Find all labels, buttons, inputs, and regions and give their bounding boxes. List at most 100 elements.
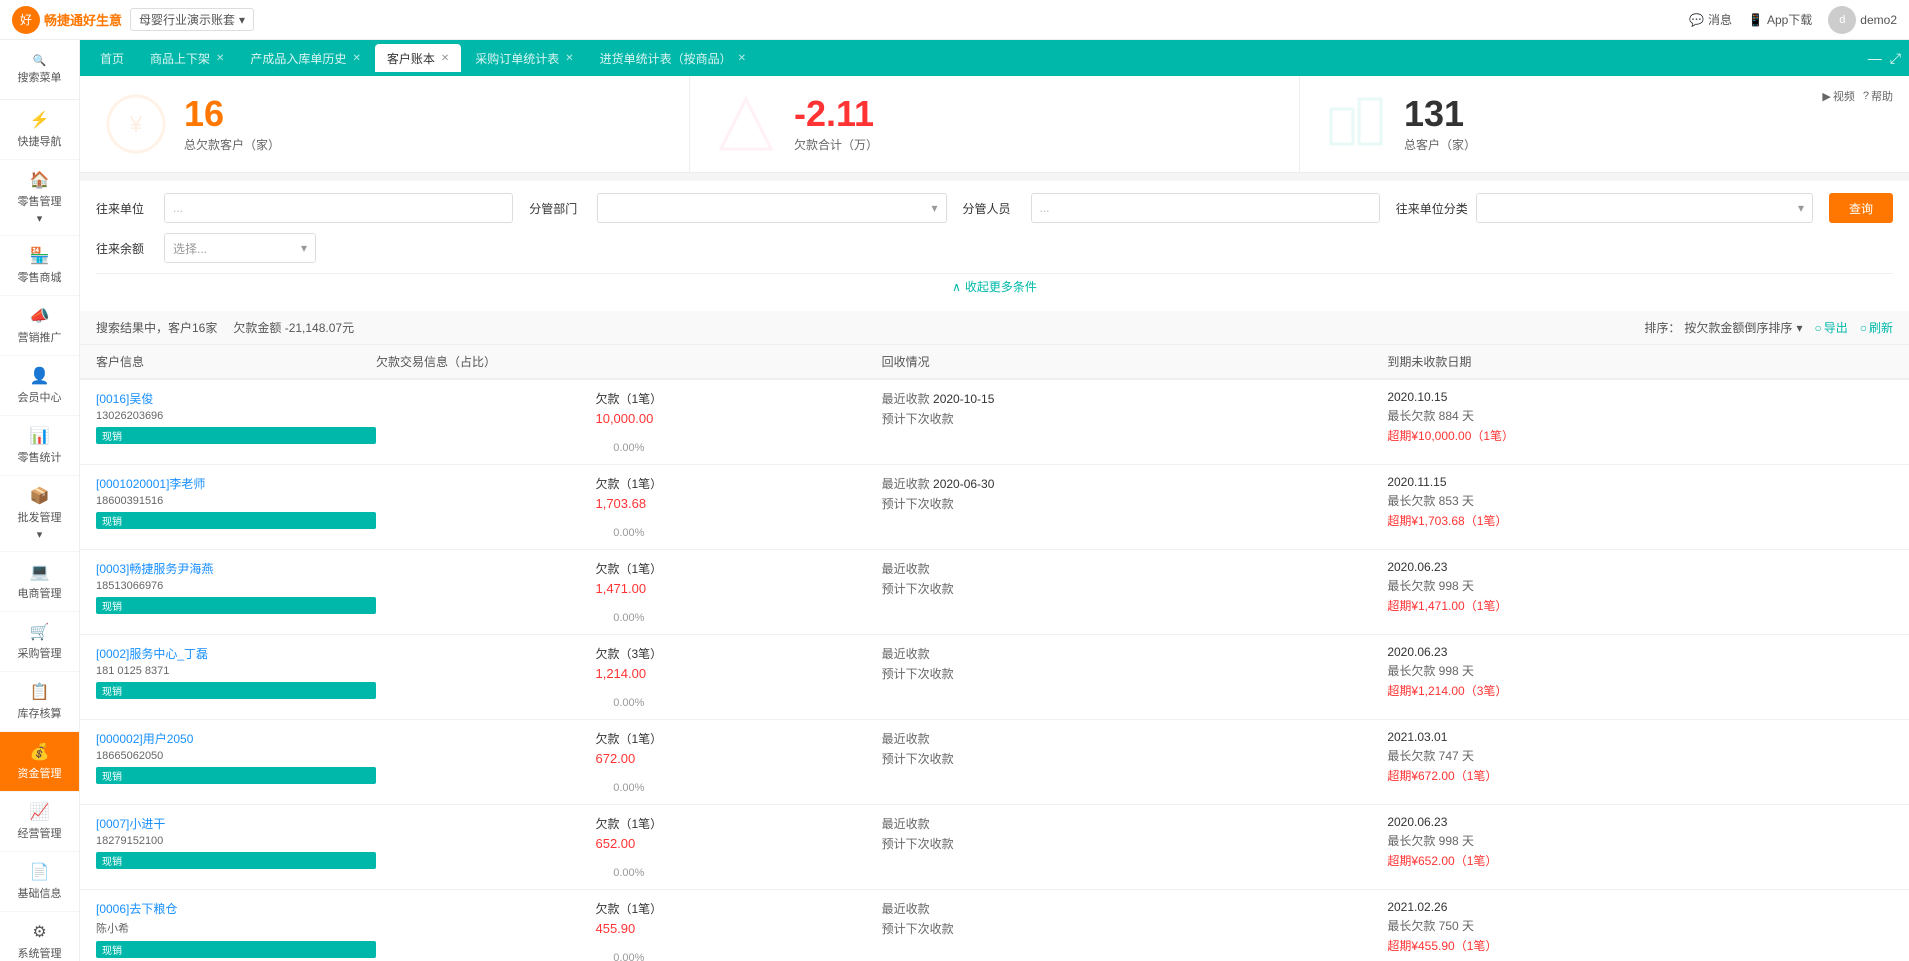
export-btn[interactable]: ○ 导出 bbox=[1814, 319, 1847, 336]
sidebar-item-marketing[interactable]: 📣 营销推广 bbox=[0, 296, 79, 356]
debt-amount-3[interactable]: 1,214.00 bbox=[595, 666, 662, 681]
debt-amount-number: -2.11 bbox=[794, 96, 878, 132]
filter-unit-category: 往来单位分类 ▾ bbox=[1396, 193, 1813, 223]
tab-close-icon[interactable]: ✕ bbox=[352, 53, 360, 64]
query-button[interactable]: 查询 bbox=[1829, 193, 1893, 223]
sidebar-item-ecommerce[interactable]: 💻 电商管理 bbox=[0, 552, 79, 612]
customer-name-link-3[interactable]: [0002]服务中心_丁磊 bbox=[96, 645, 376, 662]
overdue-amount-link-3[interactable]: 超期¥1,214.00（3笔） bbox=[1387, 682, 1893, 699]
stat-info-debt-amount: -2.11 欠款合计（万） bbox=[794, 96, 878, 153]
overdue-amount-link-6[interactable]: 超期¥455.90（1笔） bbox=[1387, 937, 1893, 954]
sort-select[interactable]: 排序： 按欠款金额倒序排序 ▾ bbox=[1644, 319, 1802, 336]
manager-input[interactable]: ... bbox=[1031, 193, 1380, 223]
user-menu[interactable]: d demo2 bbox=[1828, 6, 1897, 34]
debt-info-1: 欠款（1笔） 1,703.68 0.00% bbox=[376, 475, 882, 539]
logo-text: 畅捷通好生意 bbox=[44, 10, 122, 29]
debt-amount-5[interactable]: 652.00 bbox=[595, 836, 662, 851]
sidebar-item-operations[interactable]: 📈 经营管理 bbox=[0, 792, 79, 852]
sidebar-item-member[interactable]: 👤 会员中心 bbox=[0, 356, 79, 416]
balance-dropdown[interactable]: 选择... ▾ bbox=[164, 233, 316, 263]
customer-name-link-2[interactable]: [0003]畅捷服务尹海燕 bbox=[96, 560, 376, 577]
overdue-amount-link-4[interactable]: 超期¥672.00（1笔） bbox=[1387, 767, 1893, 784]
tab-expand-btn[interactable]: ⤢ bbox=[1890, 50, 1901, 67]
overdue-amount-link-5[interactable]: 超期¥652.00（1笔） bbox=[1387, 852, 1893, 869]
tab-close-icon[interactable]: ✕ bbox=[216, 53, 224, 64]
customer-name-link-5[interactable]: [0007]小进干 bbox=[96, 815, 376, 832]
overdue-info-3: 2020.06.23 最长欠款 998 天 超期¥1,214.00（3笔） bbox=[1387, 645, 1893, 709]
tab-product-history[interactable]: 产成品入库单历史 ✕ bbox=[238, 44, 372, 72]
sidebar-item-purchase[interactable]: 🛒 采购管理 bbox=[0, 612, 79, 672]
search-count: 搜索结果中，客户16家 bbox=[96, 319, 217, 336]
tab-customer-account[interactable]: 客户账本 ✕ bbox=[375, 44, 461, 72]
customer-tag-2: 现销 bbox=[96, 597, 376, 614]
overdue-amount-link-0[interactable]: 超期¥10,000.00（1笔） bbox=[1387, 427, 1893, 444]
collection-info-4: 最近收款 预计下次收款 bbox=[882, 730, 1388, 794]
tab-collapse-btn[interactable]: — bbox=[1868, 50, 1882, 66]
unit-category-dropdown[interactable]: ▾ bbox=[1476, 193, 1813, 223]
chevron-down-icon: ▾ bbox=[931, 201, 937, 215]
tab-bar: 首页 商品上下架 ✕ 产成品入库单历史 ✕ 客户账本 ✕ 采购订单统计表 ✕ 进… bbox=[80, 40, 1909, 76]
table-header: 客户信息 欠款交易信息（占比） 回收情况 到期未收款日期 bbox=[80, 345, 1909, 380]
customer-tag-0: 现销 bbox=[96, 427, 376, 444]
tab-purchase-stats[interactable]: 进货单统计表（按商品） ✕ bbox=[588, 44, 758, 72]
customer-name-link-1[interactable]: [0001020001]李老师 bbox=[96, 475, 376, 492]
tab-close-icon[interactable]: ✕ bbox=[441, 53, 449, 64]
customer-info-1: [0001020001]李老师 18600391516 现销 bbox=[96, 475, 376, 539]
overdue-amount-link-2[interactable]: 超期¥1,471.00（1笔） bbox=[1387, 597, 1893, 614]
store-select[interactable]: 母婴行业演示账套 ▾ bbox=[130, 8, 254, 31]
collection-info-1: 最近收款 2020-06-30 预计下次收款 bbox=[882, 475, 1388, 539]
refresh-btn[interactable]: ○ 刷新 bbox=[1860, 319, 1893, 336]
stat-info-total-customers: 131 总客户（家） bbox=[1404, 96, 1476, 153]
video-help-btn[interactable]: ▶ 视频 bbox=[1822, 88, 1854, 104]
debt-amount-4[interactable]: 672.00 bbox=[595, 751, 662, 766]
table-row: [0001020001]李老师 18600391516 现销 欠款（1笔） 1,… bbox=[80, 465, 1909, 550]
customer-phone-4: 18665062050 bbox=[96, 750, 376, 762]
debt-amount-0[interactable]: 10,000.00 bbox=[595, 411, 662, 426]
overdue-info-4: 2021.03.01 最长欠款 747 天 超期¥672.00（1笔） bbox=[1387, 730, 1893, 794]
table-row: [0006]去下粮仓 陈小希 现销 欠款（1笔） 455.90 0.00% 最近… bbox=[80, 890, 1909, 961]
filter-dept: 分管部门 ▾ bbox=[529, 193, 946, 223]
sidebar-item-basic-info[interactable]: 📄 基础信息 bbox=[0, 852, 79, 912]
debt-info-2: 欠款（1笔） 1,471.00 0.00% bbox=[376, 560, 882, 624]
sidebar-item-retail-mall[interactable]: 🏪 零售商城 bbox=[0, 236, 79, 296]
filter-from-unit: 往来单位 ... bbox=[96, 193, 513, 223]
sidebar-item-quick-nav[interactable]: ⚡ 快捷导航 bbox=[0, 100, 79, 160]
tab-close-icon[interactable]: ✕ bbox=[738, 53, 746, 64]
customer-name-link-4[interactable]: [000002]用户2050 bbox=[96, 730, 376, 747]
collapse-filter-btn[interactable]: ∧ 收起更多条件 bbox=[96, 273, 1893, 299]
tab-close-icon[interactable]: ✕ bbox=[565, 53, 573, 64]
message-btn[interactable]: 💬 消息 bbox=[1689, 11, 1732, 28]
stat-card-actions: ▶ 视频 ? 帮助 bbox=[1822, 88, 1893, 104]
tab-home[interactable]: 首页 bbox=[88, 44, 136, 72]
debt-amount-2[interactable]: 1,471.00 bbox=[595, 581, 662, 596]
search-menu-btn[interactable]: 🔍 搜索菜单 bbox=[0, 48, 79, 91]
collection-info-0: 最近收款 2020-10-15 预计下次收款 bbox=[882, 390, 1388, 454]
customer-name-link-0[interactable]: [0016]吴俊 bbox=[96, 390, 376, 407]
sidebar-item-retail-mgmt[interactable]: 🏠 零售管理 ▾ bbox=[0, 160, 79, 236]
overdue-amount-link-1[interactable]: 超期¥1,703.68（1笔） bbox=[1387, 512, 1893, 529]
app-download-btn[interactable]: 📱 App下载 bbox=[1748, 11, 1812, 28]
sidebar-item-inventory[interactable]: 📋 库存核算 bbox=[0, 672, 79, 732]
sidebar-item-batch-mgmt[interactable]: 📦 批发管理 ▾ bbox=[0, 476, 79, 552]
filter-section: 往来单位 ... 分管部门 ▾ 分管人员 bbox=[80, 181, 1909, 311]
sidebar-item-retail-stats[interactable]: 📊 零售统计 bbox=[0, 416, 79, 476]
sidebar-item-system[interactable]: ⚙ 系统管理 bbox=[0, 912, 79, 961]
debt-amount-1[interactable]: 1,703.68 bbox=[595, 496, 662, 511]
sidebar-item-finance[interactable]: 💰 资金管理 bbox=[0, 732, 79, 792]
customer-name-link-6[interactable]: [0006]去下粮仓 bbox=[96, 900, 376, 917]
from-unit-input[interactable]: ... bbox=[164, 193, 513, 223]
mobile-icon: 📱 bbox=[1748, 13, 1763, 27]
customer-info-4: [000002]用户2050 18665062050 现销 bbox=[96, 730, 376, 794]
tab-bar-actions: — ⤢ bbox=[1868, 50, 1901, 67]
help-btn[interactable]: ? 帮助 bbox=[1863, 88, 1893, 104]
customer-tag-4: 现销 bbox=[96, 767, 376, 784]
chevron-up-icon: ∧ bbox=[952, 280, 961, 294]
tab-product-off[interactable]: 商品上下架 ✕ bbox=[138, 44, 236, 72]
customer-tag-5: 现销 bbox=[96, 852, 376, 869]
customer-tag-1: 现销 bbox=[96, 512, 376, 529]
debt-count-0: 欠款（1笔） bbox=[595, 390, 662, 407]
debt-amount-label: 欠款合计（万） bbox=[794, 136, 878, 153]
tab-purchase-summary[interactable]: 采购订单统计表 ✕ bbox=[463, 44, 585, 72]
dept-dropdown[interactable]: ▾ bbox=[597, 193, 946, 223]
debt-amount-6[interactable]: 455.90 bbox=[595, 921, 662, 936]
